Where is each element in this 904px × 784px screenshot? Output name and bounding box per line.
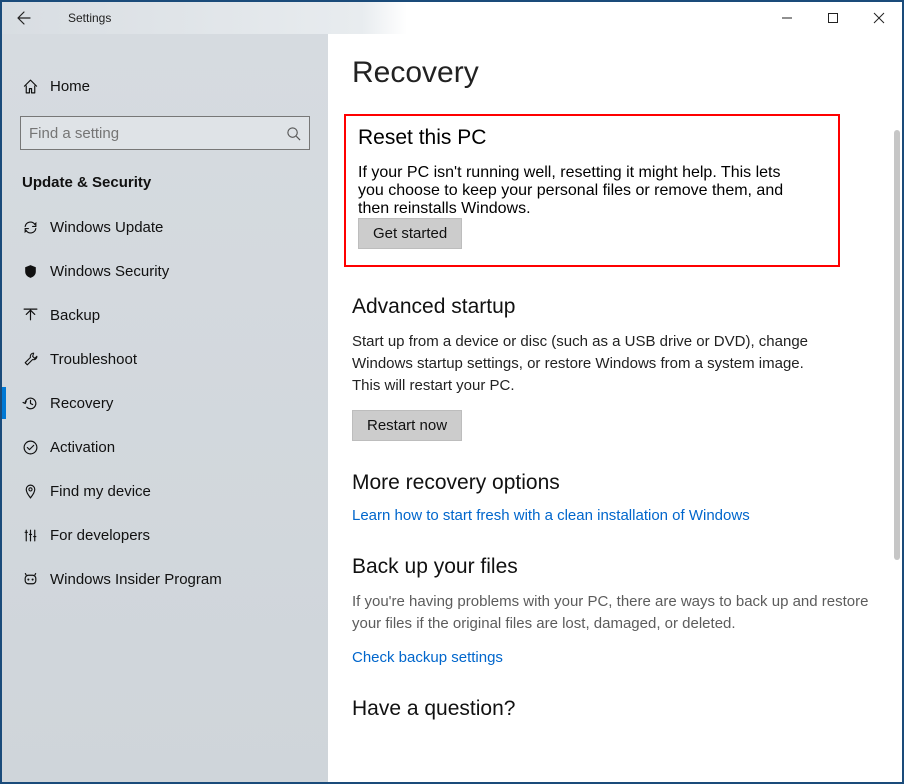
- titlebar: Settings: [2, 2, 902, 34]
- history-icon: [22, 395, 50, 412]
- maximize-button[interactable]: [810, 3, 856, 33]
- more-recovery-section: More recovery options Learn how to start…: [352, 471, 878, 525]
- sidebar-item-label: Backup: [50, 307, 100, 324]
- restart-now-button[interactable]: Restart now: [352, 410, 462, 441]
- sync-icon: [22, 219, 50, 236]
- sidebar-home[interactable]: Home: [2, 64, 328, 108]
- sidebar-home-label: Home: [50, 78, 90, 95]
- maximize-icon: [827, 12, 839, 24]
- sidebar-item-label: Recovery: [50, 395, 113, 412]
- check-backup-link[interactable]: Check backup settings: [352, 649, 503, 666]
- sidebar-item-label: Activation: [50, 439, 115, 456]
- sidebar-item-troubleshoot[interactable]: Troubleshoot: [2, 337, 328, 381]
- shield-icon: [22, 263, 50, 280]
- sidebar-item-label: Windows Insider Program: [50, 571, 222, 588]
- settings-window: Settings Home: [0, 0, 904, 784]
- app-title: Settings: [68, 11, 111, 25]
- wrench-icon: [22, 351, 50, 368]
- window-body: Home Update & Security Windows Update Wi…: [2, 34, 902, 782]
- sidebar-item-windows-update[interactable]: Windows Update: [2, 205, 328, 249]
- sidebar-item-windows-security[interactable]: Windows Security: [2, 249, 328, 293]
- ninja-cat-icon: [22, 571, 50, 588]
- arrow-left-icon: [16, 10, 32, 26]
- window-controls: [764, 3, 902, 33]
- advanced-startup-section: Advanced startup Start up from a device …: [352, 295, 878, 441]
- reset-description: If your PC isn't running well, resetting…: [358, 164, 798, 218]
- close-icon: [873, 12, 885, 24]
- more-heading: More recovery options: [352, 471, 878, 495]
- scrollbar-thumb[interactable]: [894, 130, 900, 560]
- backup-heading: Back up your files: [352, 555, 878, 579]
- advanced-description: Start up from a device or disc (such as …: [352, 331, 812, 396]
- checkmark-circle-icon: [22, 439, 50, 456]
- reset-pc-section: Reset this PC If your PC isn't running w…: [344, 114, 840, 267]
- sidebar-item-label: Troubleshoot: [50, 351, 137, 368]
- sidebar-search[interactable]: [20, 116, 310, 150]
- sidebar-item-for-developers[interactable]: For developers: [2, 513, 328, 557]
- developer-icon: [22, 527, 50, 544]
- page-title: Recovery: [352, 56, 878, 90]
- sidebar-section-label: Update & Security: [2, 168, 328, 205]
- question-section: Have a question?: [352, 697, 878, 721]
- sidebar: Home Update & Security Windows Update Wi…: [2, 34, 328, 782]
- sidebar-item-label: Windows Security: [50, 263, 169, 280]
- reset-heading: Reset this PC: [358, 126, 826, 150]
- sidebar-item-label: Find my device: [50, 483, 151, 500]
- main-content: Recovery Reset this PC If your PC isn't …: [328, 34, 902, 782]
- sidebar-item-find-my-device[interactable]: Find my device: [2, 469, 328, 513]
- sidebar-item-label: For developers: [50, 527, 150, 544]
- search-input[interactable]: [29, 125, 286, 142]
- question-heading: Have a question?: [352, 697, 878, 721]
- home-icon: [22, 78, 50, 95]
- backup-files-section: Back up your files If you're having prob…: [352, 555, 878, 667]
- minimize-icon: [781, 12, 793, 24]
- sidebar-item-recovery[interactable]: Recovery: [2, 381, 328, 425]
- advanced-heading: Advanced startup: [352, 295, 878, 319]
- sidebar-item-insider[interactable]: Windows Insider Program: [2, 557, 328, 601]
- backup-description: If you're having problems with your PC, …: [352, 591, 872, 635]
- sidebar-item-backup[interactable]: Backup: [2, 293, 328, 337]
- minimize-button[interactable]: [764, 3, 810, 33]
- back-button[interactable]: [16, 10, 36, 26]
- location-icon: [22, 483, 50, 500]
- sidebar-item-label: Windows Update: [50, 219, 163, 236]
- fresh-start-link[interactable]: Learn how to start fresh with a clean in…: [352, 507, 750, 524]
- search-icon: [286, 126, 301, 141]
- close-button[interactable]: [856, 3, 902, 33]
- upload-icon: [22, 307, 50, 324]
- get-started-button[interactable]: Get started: [358, 218, 462, 249]
- sidebar-item-activation[interactable]: Activation: [2, 425, 328, 469]
